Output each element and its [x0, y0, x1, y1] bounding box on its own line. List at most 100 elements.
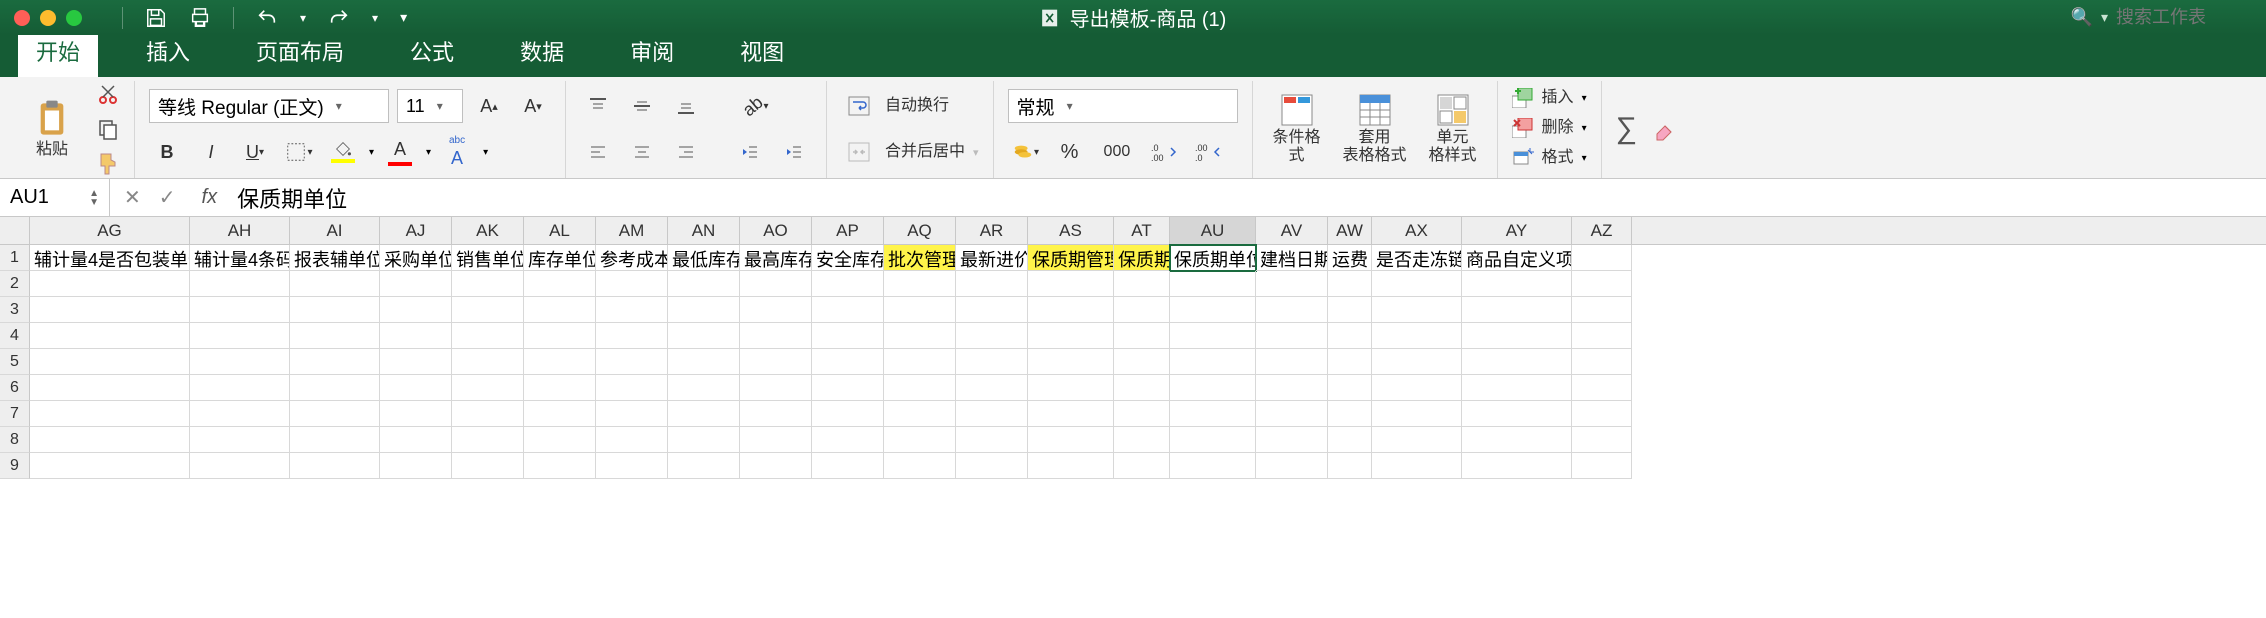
cell-AX4[interactable] — [1372, 323, 1462, 349]
cell-AS7[interactable] — [1028, 401, 1114, 427]
cell-AS9[interactable] — [1028, 453, 1114, 479]
cell-AN2[interactable] — [668, 271, 740, 297]
cell-AI5[interactable] — [290, 349, 380, 375]
cell-AP5[interactable] — [812, 349, 884, 375]
cell-AP4[interactable] — [812, 323, 884, 349]
cell-AX6[interactable] — [1372, 375, 1462, 401]
bold-button[interactable]: B — [149, 134, 185, 170]
cell-AH2[interactable] — [190, 271, 290, 297]
increase-decimal-icon[interactable]: .0.00 — [1146, 134, 1182, 170]
cell-AR8[interactable] — [956, 427, 1028, 453]
cell-AJ2[interactable] — [380, 271, 452, 297]
undo-icon[interactable] — [256, 7, 278, 29]
cell-AX2[interactable] — [1372, 271, 1462, 297]
cell-AZ3[interactable] — [1572, 297, 1632, 323]
cell-AY3[interactable] — [1462, 297, 1572, 323]
cell-styles-button[interactable]: 单元 格样式 — [1423, 93, 1483, 164]
column-header-AY[interactable]: AY — [1462, 217, 1572, 244]
cell-AS3[interactable] — [1028, 297, 1114, 323]
format-as-table-button[interactable]: 套用 表格格式 — [1345, 93, 1405, 164]
insert-cells-icon[interactable] — [1512, 88, 1534, 108]
cell-AK8[interactable] — [452, 427, 524, 453]
redo-dropdown-icon[interactable]: ▾ — [372, 11, 378, 25]
align-bottom-icon[interactable] — [668, 88, 704, 124]
cell-AV8[interactable] — [1256, 427, 1328, 453]
cell-AY8[interactable] — [1462, 427, 1572, 453]
cell-AL8[interactable] — [524, 427, 596, 453]
cell-AL1[interactable]: 库存单位 — [524, 245, 596, 271]
cancel-formula-icon[interactable]: ✕ — [124, 185, 141, 210]
decrease-indent-icon[interactable] — [732, 134, 768, 170]
cell-AR2[interactable] — [956, 271, 1028, 297]
cell-AK2[interactable] — [452, 271, 524, 297]
cell-AO2[interactable] — [740, 271, 812, 297]
cell-AG3[interactable] — [30, 297, 190, 323]
cell-AT1[interactable]: 保质期 — [1114, 245, 1170, 271]
column-header-AS[interactable]: AS — [1028, 217, 1114, 244]
cell-AP8[interactable] — [812, 427, 884, 453]
fill-color-button[interactable] — [325, 134, 361, 170]
format-dropdown-icon[interactable]: ▾ — [1582, 153, 1587, 164]
autosum-icon[interactable]: ∑ — [1616, 112, 1637, 146]
cell-AI6[interactable] — [290, 375, 380, 401]
cell-AI1[interactable]: 报表辅单位 — [290, 245, 380, 271]
cell-AW7[interactable] — [1328, 401, 1372, 427]
orientation-button[interactable]: ab▾ — [738, 88, 774, 124]
cell-AL6[interactable] — [524, 375, 596, 401]
cell-AJ9[interactable] — [380, 453, 452, 479]
cell-AK1[interactable]: 销售单位 — [452, 245, 524, 271]
cell-AH8[interactable] — [190, 427, 290, 453]
fx-label[interactable]: fx — [190, 186, 230, 209]
cell-AG2[interactable] — [30, 271, 190, 297]
cell-AX9[interactable] — [1372, 453, 1462, 479]
percent-icon[interactable]: % — [1052, 134, 1088, 170]
column-header-AV[interactable]: AV — [1256, 217, 1328, 244]
cell-AQ3[interactable] — [884, 297, 956, 323]
column-header-AO[interactable]: AO — [740, 217, 812, 244]
print-icon[interactable] — [189, 7, 211, 29]
cell-AN3[interactable] — [668, 297, 740, 323]
cell-AJ5[interactable] — [380, 349, 452, 375]
cell-AO9[interactable] — [740, 453, 812, 479]
column-header-AI[interactable]: AI — [290, 217, 380, 244]
cell-AX8[interactable] — [1372, 427, 1462, 453]
cell-AR5[interactable] — [956, 349, 1028, 375]
cell-AT9[interactable] — [1114, 453, 1170, 479]
cell-AM4[interactable] — [596, 323, 668, 349]
row-header-4[interactable]: 4 — [0, 323, 30, 349]
cell-AQ4[interactable] — [884, 323, 956, 349]
cell-AS5[interactable] — [1028, 349, 1114, 375]
column-header-AZ[interactable]: AZ — [1572, 217, 1632, 244]
cell-AY7[interactable] — [1462, 401, 1572, 427]
cell-AG8[interactable] — [30, 427, 190, 453]
cell-AQ9[interactable] — [884, 453, 956, 479]
cell-AJ1[interactable]: 采购单位 — [380, 245, 452, 271]
cell-AG6[interactable] — [30, 375, 190, 401]
cell-AH4[interactable] — [190, 323, 290, 349]
cell-AU2[interactable] — [1170, 271, 1256, 297]
cell-AO6[interactable] — [740, 375, 812, 401]
cell-AP3[interactable] — [812, 297, 884, 323]
column-header-AP[interactable]: AP — [812, 217, 884, 244]
cell-AI3[interactable] — [290, 297, 380, 323]
redo-icon[interactable] — [328, 7, 350, 29]
cell-AI7[interactable] — [290, 401, 380, 427]
font-color-dropdown[interactable]: ▾ — [426, 147, 431, 158]
column-header-AM[interactable]: AM — [596, 217, 668, 244]
cell-AI9[interactable] — [290, 453, 380, 479]
fill-color-dropdown[interactable]: ▾ — [369, 147, 374, 158]
cell-AZ8[interactable] — [1572, 427, 1632, 453]
column-header-AW[interactable]: AW — [1328, 217, 1372, 244]
cell-AU3[interactable] — [1170, 297, 1256, 323]
cell-AK6[interactable] — [452, 375, 524, 401]
cell-AP6[interactable] — [812, 375, 884, 401]
number-format-select[interactable]: 常规 — [1008, 89, 1238, 123]
cell-AS6[interactable] — [1028, 375, 1114, 401]
cell-AP9[interactable] — [812, 453, 884, 479]
align-center-icon[interactable] — [624, 134, 660, 170]
cell-AR7[interactable] — [956, 401, 1028, 427]
cell-AG7[interactable] — [30, 401, 190, 427]
cell-AZ1[interactable] — [1572, 245, 1632, 271]
decrease-font-icon[interactable]: A▾ — [515, 88, 551, 124]
row-header-6[interactable]: 6 — [0, 375, 30, 401]
